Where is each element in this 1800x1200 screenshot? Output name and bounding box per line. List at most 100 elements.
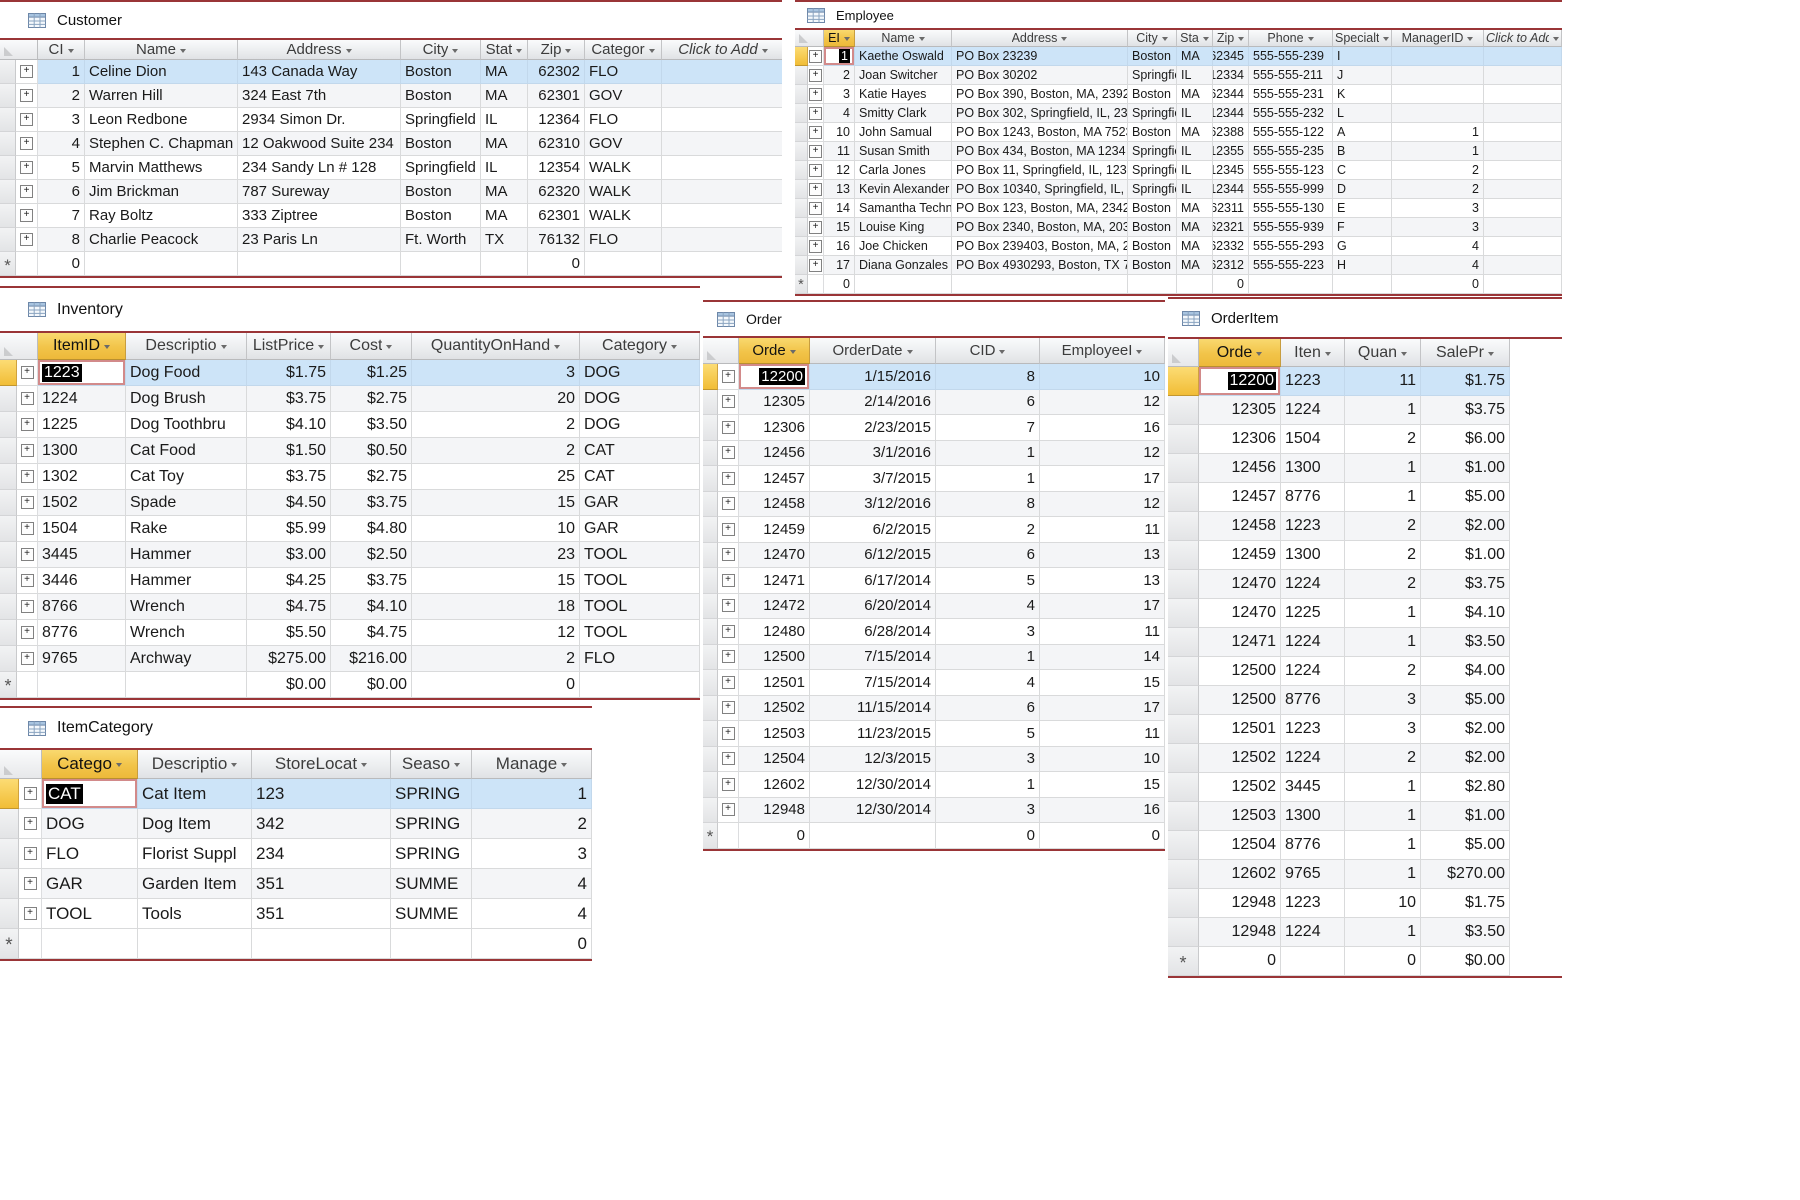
- cell[interactable]: DOG: [42, 809, 138, 839]
- cell[interactable]: WALK: [585, 156, 662, 180]
- cell[interactable]: 12364: [528, 108, 585, 132]
- cell[interactable]: Ray Boltz: [85, 204, 238, 228]
- cell[interactable]: 12458: [1199, 512, 1281, 541]
- cell[interactable]: 12306: [1199, 425, 1281, 454]
- cell[interactable]: $1.00: [1421, 541, 1510, 570]
- cell[interactable]: 14: [1040, 644, 1165, 670]
- cell[interactable]: $0.00: [247, 672, 331, 698]
- column-header-name[interactable]: Name: [85, 40, 238, 60]
- cell[interactable]: DOG: [580, 360, 700, 386]
- cell[interactable]: 12306: [739, 415, 810, 441]
- cell[interactable]: [662, 180, 782, 204]
- cell[interactable]: MA: [481, 84, 528, 108]
- cell[interactable]: Warren Hill: [85, 84, 238, 108]
- cell[interactable]: [138, 929, 252, 959]
- row-selector[interactable]: [703, 542, 718, 568]
- cell[interactable]: TOOL: [580, 620, 700, 646]
- cell[interactable]: I: [1333, 47, 1392, 66]
- cell[interactable]: 11: [1345, 367, 1421, 396]
- cell[interactable]: Kaethe Oswald: [855, 47, 952, 66]
- cell[interactable]: 12470: [739, 542, 810, 568]
- column-dropdown-icon[interactable]: [345, 48, 352, 56]
- cell[interactable]: 12948: [1199, 918, 1281, 947]
- cell[interactable]: 7/15/2014: [810, 644, 936, 670]
- cell[interactable]: $5.00: [1421, 483, 1510, 512]
- row-selector[interactable]: [795, 218, 808, 237]
- cell[interactable]: Springfield: [1128, 180, 1177, 199]
- expand-button[interactable]: +: [20, 470, 34, 483]
- cell[interactable]: SPRING: [391, 839, 472, 869]
- cell[interactable]: 5: [38, 156, 85, 180]
- row-selector[interactable]: [1168, 657, 1199, 686]
- cell[interactable]: Springfield: [401, 108, 481, 132]
- cell[interactable]: Dog Brush: [126, 386, 247, 412]
- new-record-selector[interactable]: *: [703, 823, 718, 849]
- cell[interactable]: 3: [1392, 199, 1484, 218]
- cell[interactable]: 4: [824, 104, 855, 123]
- cell[interactable]: 6: [936, 389, 1040, 415]
- cell[interactable]: 62311: [1213, 199, 1249, 218]
- cell[interactable]: 3445: [38, 542, 126, 568]
- cell[interactable]: [855, 275, 952, 294]
- cell[interactable]: [1392, 104, 1484, 123]
- column-dropdown-icon[interactable]: [789, 349, 796, 357]
- cell[interactable]: 1504: [1281, 425, 1345, 454]
- cell[interactable]: 3: [1345, 686, 1421, 715]
- row-selector[interactable]: [1168, 396, 1199, 425]
- cell[interactable]: 7/15/2014: [810, 670, 936, 696]
- cell[interactable]: Boston: [1128, 199, 1177, 218]
- cell[interactable]: IL: [481, 108, 528, 132]
- cell[interactable]: Susan Smith: [855, 142, 952, 161]
- column-header-iten[interactable]: Iten: [1281, 339, 1345, 367]
- column-header-quantityonhand[interactable]: QuantityOnHand: [412, 333, 580, 360]
- cell[interactable]: John Samual: [855, 123, 952, 142]
- cell[interactable]: FLO: [585, 228, 662, 252]
- cell[interactable]: Garden Item: [138, 869, 252, 899]
- cell[interactable]: 12948: [1199, 889, 1281, 918]
- column-header-catego[interactable]: Catego: [42, 750, 138, 779]
- column-dropdown-icon[interactable]: [1061, 37, 1068, 44]
- cell[interactable]: 3: [936, 619, 1040, 645]
- cell[interactable]: 7: [936, 415, 1040, 441]
- column-dropdown-icon[interactable]: [1161, 37, 1168, 44]
- cell[interactable]: Katie Hayes: [855, 85, 952, 104]
- cell[interactable]: 1225: [38, 412, 126, 438]
- cell[interactable]: GOV: [585, 132, 662, 156]
- cell[interactable]: 8766: [38, 594, 126, 620]
- cell[interactable]: Celine Dion: [85, 60, 238, 84]
- column-header-orde[interactable]: Orde: [1199, 339, 1281, 367]
- cell[interactable]: [1392, 66, 1484, 85]
- cell[interactable]: 17: [1040, 593, 1165, 619]
- cell[interactable]: 3445: [1281, 773, 1345, 802]
- column-dropdown-icon[interactable]: [454, 763, 461, 770]
- cell[interactable]: J: [1333, 66, 1392, 85]
- cell[interactable]: 8776: [1281, 483, 1345, 512]
- cell[interactable]: MA: [1177, 123, 1213, 142]
- expand-button[interactable]: +: [20, 574, 34, 587]
- cell[interactable]: 1224: [1281, 744, 1345, 773]
- column-header-name[interactable]: Name: [855, 30, 952, 47]
- expand-button[interactable]: +: [721, 369, 735, 383]
- cell[interactable]: 17: [824, 256, 855, 275]
- expand-button[interactable]: +: [721, 675, 735, 689]
- select-all-corner[interactable]: [0, 40, 38, 60]
- cell[interactable]: $2.00: [1421, 715, 1510, 744]
- cell[interactable]: 12504: [739, 746, 810, 772]
- cell[interactable]: [952, 275, 1128, 294]
- column-dropdown-icon[interactable]: [554, 345, 561, 352]
- cell[interactable]: WALK: [585, 204, 662, 228]
- expand-button[interactable]: +: [809, 201, 822, 215]
- expand-button[interactable]: +: [721, 522, 735, 536]
- cell[interactable]: 12: [1040, 491, 1165, 517]
- column-header-address[interactable]: Address: [238, 40, 401, 60]
- row-selector[interactable]: [703, 746, 718, 772]
- cell[interactable]: 62310: [528, 132, 585, 156]
- row-selector[interactable]: [0, 620, 17, 646]
- column-header-managerid[interactable]: ManagerID: [1392, 30, 1484, 47]
- row-selector[interactable]: [703, 797, 718, 823]
- select-all-corner[interactable]: [0, 750, 42, 779]
- cell[interactable]: H: [1333, 256, 1392, 275]
- row-selector[interactable]: [1168, 918, 1199, 947]
- cell[interactable]: 1: [1345, 599, 1421, 628]
- column-header-click-to-add[interactable]: Click to Add: [662, 40, 782, 60]
